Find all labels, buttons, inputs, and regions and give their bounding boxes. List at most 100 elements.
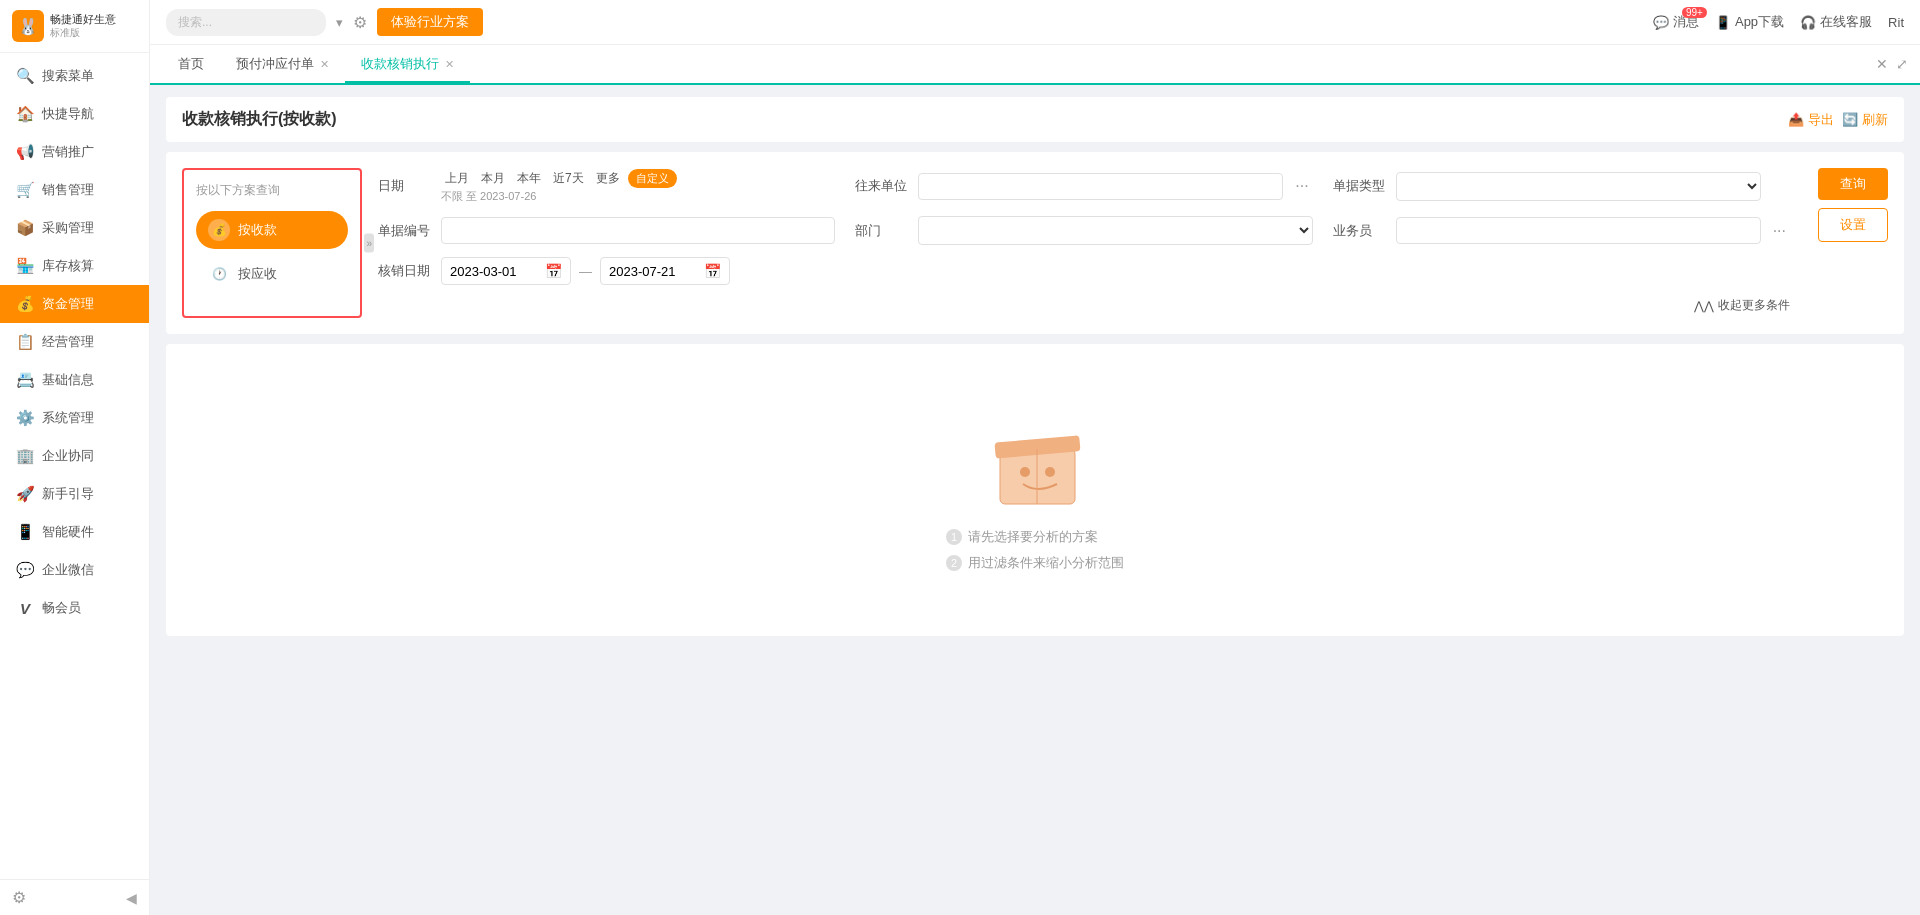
sidebar-item-label: 畅会员 (42, 599, 81, 617)
sidebar-item-sales[interactable]: 🛒 销售管理 (0, 171, 149, 209)
sidebar-item-label: 企业微信 (42, 561, 94, 579)
sidebar-item-purchase[interactable]: 📦 采购管理 (0, 209, 149, 247)
box-icon: 📦 (16, 219, 34, 237)
svg-point-2 (1020, 467, 1030, 477)
staff-label: 业务员 (1333, 222, 1388, 240)
counterparty-more-icon[interactable]: ··· (1291, 175, 1312, 197)
tab-close-all-icon[interactable]: ✕ (1876, 56, 1888, 72)
store-icon: 🏪 (16, 257, 34, 275)
sidebar-bottom: ⚙ ◀ (0, 879, 149, 915)
verify-date-row: 核销日期 2023-03-01 📅 — 2023-07-21 📅 (378, 257, 1790, 285)
phone-icon: 📱 (16, 523, 34, 541)
online-service-btn[interactable]: 🎧 在线客服 (1800, 13, 1872, 31)
doctype-label: 单据类型 (1333, 177, 1388, 195)
query-btn[interactable]: 查询 (1818, 168, 1888, 200)
verify-date-end-input[interactable]: 2023-07-21 📅 (600, 257, 730, 285)
sidebar-item-system[interactable]: ⚙️ 系统管理 (0, 399, 149, 437)
calendar-end-icon: 📅 (704, 263, 721, 279)
doctype-more-icon: ··· (1769, 175, 1790, 197)
industry-btn[interactable]: 体验行业方案 (377, 8, 483, 36)
empty-illustration (985, 404, 1085, 504)
sidebar-item-wechat[interactable]: 💬 企业微信 (0, 551, 149, 589)
tab-collection[interactable]: 收款核销执行 ✕ (345, 47, 470, 83)
date-btn-this-year[interactable]: 本年 (513, 168, 545, 189)
empty-svg (985, 404, 1095, 514)
sidebar-item-label: 库存核算 (42, 257, 94, 275)
header-gear-icon[interactable]: ⚙ (353, 13, 367, 32)
sidebar-item-marketing[interactable]: 📢 营销推广 (0, 133, 149, 171)
settings-icon: ⚙️ (16, 409, 34, 427)
sidebar-item-quick[interactable]: 🏠 快捷导航 (0, 95, 149, 133)
header-right: 💬 消息 99+ 📱 App下载 🎧 在线客服 Rit (1653, 13, 1904, 31)
chevron-down-icon[interactable]: ▾ (336, 15, 343, 30)
dept-select[interactable] (918, 216, 1312, 245)
header-search-placeholder: 搜索... (166, 9, 326, 36)
doctype-select[interactable] (1396, 172, 1761, 201)
sidebar-item-label: 基础信息 (42, 371, 94, 389)
app-icon: 📱 (1715, 15, 1731, 30)
docno-input[interactable] (441, 217, 835, 244)
hint-num-2: 2 (946, 555, 962, 571)
date-btn-last-month[interactable]: 上月 (441, 168, 473, 189)
sidebar-item-member[interactable]: V 畅会员 (0, 589, 149, 627)
filter-row-1: 日期 上月 本月 本年 近7天 更多 自定义 不限 至 2023-07-26 (378, 168, 1790, 204)
date-label: 日期 (378, 177, 433, 195)
empty-hint-item-1: 1 请先选择要分析的方案 (946, 524, 1124, 550)
collapse-icon: ⋀⋀ (1694, 299, 1714, 313)
filter-option-receipt-label: 按收款 (238, 221, 277, 239)
sidebar-item-label: 资金管理 (42, 295, 94, 313)
collapse-more-btn[interactable]: ⋀⋀ 收起更多条件 (1694, 297, 1790, 314)
sidebar-item-hardware[interactable]: 📱 智能硬件 (0, 513, 149, 551)
date-custom-btn[interactable]: 自定义 (628, 169, 677, 188)
app-download-btn[interactable]: 📱 App下载 (1715, 13, 1784, 31)
tab-collection-close[interactable]: ✕ (445, 58, 454, 71)
sidebar-item-finance[interactable]: 💰 资金管理 (0, 285, 149, 323)
bottom-gear-icon[interactable]: ⚙ (12, 888, 26, 907)
hint-num-1: 1 (946, 529, 962, 545)
date-range-separator: — (579, 264, 592, 279)
sidebar-item-operations[interactable]: 📋 经营管理 (0, 323, 149, 361)
refresh-icon: 🔄 (1842, 112, 1858, 127)
page-content: 收款核销执行(按收款) 📤 导出 🔄 刷新 按以下方案查询 💰 按 (150, 85, 1920, 915)
export-icon: 📤 (1788, 112, 1804, 127)
filter-option-receivable-label: 按应收 (238, 265, 277, 283)
setting-btn[interactable]: 设置 (1818, 208, 1888, 242)
sidebar-item-guide[interactable]: 🚀 新手引导 (0, 475, 149, 513)
building-icon: 🏢 (16, 447, 34, 465)
date-btn-7days[interactable]: 近7天 (549, 168, 588, 189)
staff-more-icon[interactable]: ··· (1769, 220, 1790, 242)
sidebar-collapse-btn[interactable]: ◀ (126, 890, 137, 906)
date-btn-this-month[interactable]: 本月 (477, 168, 509, 189)
verify-date-start-input[interactable]: 2023-03-01 📅 (441, 257, 571, 285)
refresh-btn[interactable]: 🔄 刷新 (1842, 111, 1888, 129)
page-title-bar: 收款核销执行(按收款) 📤 导出 🔄 刷新 (166, 97, 1904, 142)
sidebar-item-basic[interactable]: 📇 基础信息 (0, 361, 149, 399)
rocket-icon: 🚀 (16, 485, 34, 503)
counterparty-input[interactable] (918, 173, 1283, 200)
megaphone-icon: 📢 (16, 143, 34, 161)
doctype-filter: 单据类型 ··· (1333, 168, 1790, 204)
sidebar-item-label: 采购管理 (42, 219, 94, 237)
tab-home[interactable]: 首页 (162, 47, 220, 83)
sidebar-item-search[interactable]: 🔍 搜索菜单 (0, 57, 149, 95)
date-nolimit: 不限 至 2023-07-26 (441, 189, 677, 204)
tab-expand-icon[interactable]: ⤢ (1896, 56, 1908, 72)
tab-collection-label: 收款核销执行 (361, 55, 439, 73)
sidebar-item-label: 搜索菜单 (42, 67, 94, 85)
export-btn[interactable]: 📤 导出 (1788, 111, 1834, 129)
filter-option-receipt[interactable]: 💰 按收款 (196, 211, 348, 249)
tab-prepay-close[interactable]: ✕ (320, 58, 329, 71)
vip-icon: V (16, 600, 34, 617)
user-menu-btn[interactable]: Rit (1888, 15, 1904, 30)
filter-sidebar-collapse-btn[interactable]: » (364, 234, 374, 253)
sidebar-item-label: 企业协同 (42, 447, 94, 465)
date-btn-more[interactable]: 更多 (592, 168, 624, 189)
filter-option-receivable[interactable]: 🕐 按应收 (196, 255, 348, 293)
sidebar-item-inventory[interactable]: 🏪 库存核算 (0, 247, 149, 285)
tab-home-label: 首页 (178, 55, 204, 73)
message-btn[interactable]: 💬 消息 99+ (1653, 13, 1699, 31)
sidebar-item-enterprise[interactable]: 🏢 企业协同 (0, 437, 149, 475)
tab-prepay[interactable]: 预付冲应付单 ✕ (220, 47, 345, 83)
staff-input[interactable] (1396, 217, 1761, 244)
sidebar-item-label: 经营管理 (42, 333, 94, 351)
